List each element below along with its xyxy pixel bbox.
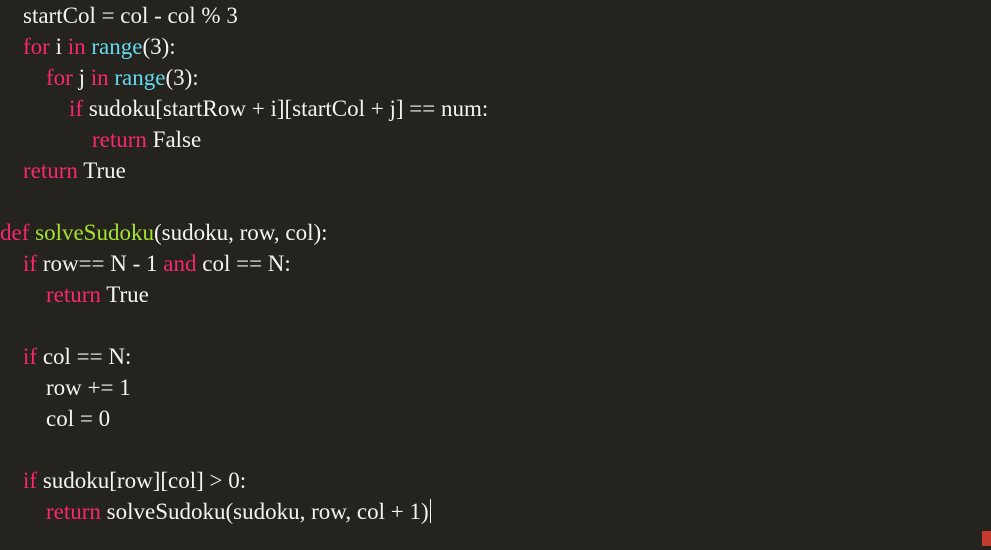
code-token-text: row += 1 <box>0 375 131 400</box>
code-token-text <box>0 96 69 121</box>
editor-viewport: startCol = col - col % 3 for i in range(… <box>0 0 991 550</box>
code-token-kw: for <box>23 34 50 59</box>
code-token-text: i <box>50 34 68 59</box>
code-line[interactable]: if sudoku[row][col] > 0: <box>0 468 246 493</box>
code-token-text: col == N: <box>37 344 131 369</box>
code-token-kw: if <box>23 251 37 276</box>
code-token-kw: def <box>0 220 29 245</box>
error-marker <box>982 531 991 546</box>
code-line[interactable]: if sudoku[startRow + i][startCol + j] ==… <box>0 96 488 121</box>
code-token-text <box>0 127 92 152</box>
code-token-text: col == N: <box>197 251 291 276</box>
code-token-text: (3): <box>142 34 175 59</box>
code-token-kw: for <box>46 65 73 90</box>
code-line[interactable]: return solveSudoku(sudoku, row, col + 1) <box>0 499 431 524</box>
code-token-text: startCol = col - col % 3 <box>0 3 238 28</box>
code-token-text <box>0 65 46 90</box>
code-line[interactable]: for i in range(3): <box>0 34 176 59</box>
code-token-fn: solveSudoku <box>35 220 154 245</box>
code-token-text: solveSudoku(sudoku, row, col + 1) <box>101 499 429 524</box>
code-token-text <box>0 282 46 307</box>
code-token-call: range <box>91 34 142 59</box>
code-token-text: (sudoku, row, col): <box>154 220 328 245</box>
code-token-kw: if <box>69 96 83 121</box>
code-token-text: True <box>101 282 149 307</box>
code-token-text: True <box>78 158 126 183</box>
code-token-kw: in <box>91 65 109 90</box>
code-token-text: (3): <box>165 65 198 90</box>
code-token-text <box>0 158 23 183</box>
code-line[interactable]: col = 0 <box>0 406 110 431</box>
code-token-text: False <box>147 127 201 152</box>
text-cursor <box>430 499 431 523</box>
code-line[interactable]: return True <box>0 158 126 183</box>
code-token-text: sudoku[startRow + i][startCol + j] == nu… <box>83 96 488 121</box>
code-token-kw: in <box>68 34 86 59</box>
code-token-kw: if <box>23 344 37 369</box>
code-line[interactable]: startCol = col - col % 3 <box>0 3 238 28</box>
code-token-text <box>0 499 46 524</box>
code-token-kw: and <box>163 251 196 276</box>
code-token-text <box>0 251 23 276</box>
code-token-text: col = 0 <box>0 406 110 431</box>
code-token-text: j <box>73 65 91 90</box>
code-token-kw: return <box>46 282 101 307</box>
code-token-kw: if <box>23 468 37 493</box>
code-token-kw: return <box>46 499 101 524</box>
code-token-text: sudoku[row][col] > 0: <box>37 468 246 493</box>
code-line[interactable]: if col == N: <box>0 344 131 369</box>
code-token-kw: return <box>23 158 78 183</box>
code-line[interactable]: return True <box>0 282 149 307</box>
code-line[interactable]: return False <box>0 127 201 152</box>
code-line[interactable]: if row== N - 1 and col == N: <box>0 251 291 276</box>
code-area[interactable]: startCol = col - col % 3 for i in range(… <box>0 0 991 527</box>
code-token-text <box>0 344 23 369</box>
code-token-text <box>0 34 23 59</box>
code-line[interactable]: for j in range(3): <box>0 65 199 90</box>
code-line[interactable]: row += 1 <box>0 375 131 400</box>
code-token-text <box>0 468 23 493</box>
code-line[interactable]: def solveSudoku(sudoku, row, col): <box>0 220 328 245</box>
code-token-text: row== N - 1 <box>37 251 163 276</box>
code-token-call: range <box>114 65 165 90</box>
code-token-kw: return <box>92 127 147 152</box>
